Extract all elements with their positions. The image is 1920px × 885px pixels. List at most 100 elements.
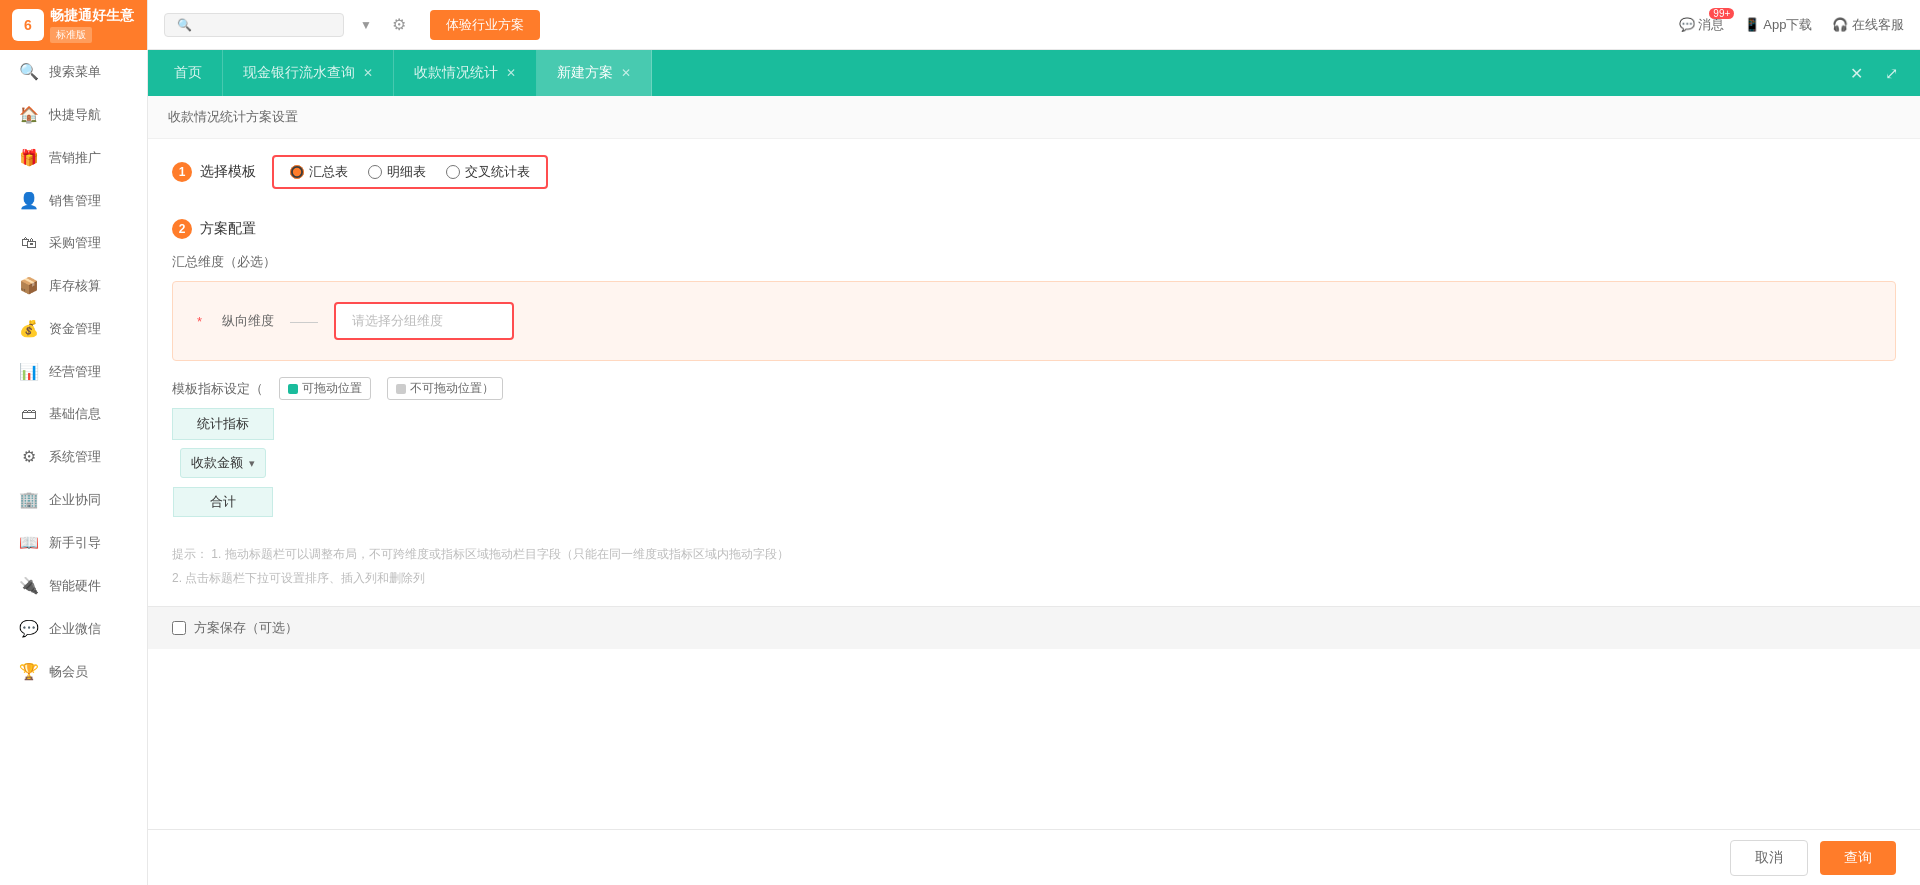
save-section: 方案保存（可选）: [148, 606, 1920, 649]
topbar-chevron-icon[interactable]: ▼: [360, 18, 372, 32]
sidebar-item-label: 企业微信: [49, 620, 101, 638]
industry-solution-button[interactable]: 体验行业方案: [430, 10, 540, 40]
tab-home[interactable]: 首页: [164, 50, 223, 96]
search-box[interactable]: 🔍: [164, 13, 344, 37]
home-icon: 🏠: [19, 105, 39, 124]
radio-summary-label: 汇总表: [309, 163, 348, 181]
sidebar-logo: 6 畅捷通好生意 标准版: [0, 0, 147, 50]
close-window-icon[interactable]: ✕: [1844, 64, 1869, 83]
sidebar-item-label: 搜索菜单: [49, 63, 101, 81]
indicators-header: 模板指标设定（ 可拖动位置 不可拖动位置）: [172, 377, 1896, 400]
logo-icon: 6: [12, 9, 44, 41]
chart-icon: 📊: [19, 362, 39, 381]
dimension-placeholder: 请选择分组维度: [352, 313, 443, 328]
step2-title: 2 方案配置: [172, 219, 1896, 239]
tips-section: 提示： 1. 拖动标题栏可以调整布局，不可跨维度或指标区域拖动栏目字段（只能在同…: [148, 534, 1920, 606]
sidebar-item-operation[interactable]: 📊 经营管理: [0, 350, 147, 393]
column-header: 统计指标: [172, 408, 274, 440]
sidebar-item-system[interactable]: ⚙ 系统管理: [0, 435, 147, 478]
sidebar-item-label: 企业协同: [49, 491, 101, 509]
step2-badge: 2: [172, 219, 192, 239]
radio-detail-label: 明细表: [387, 163, 426, 181]
settings-icon[interactable]: ⚙: [392, 15, 406, 34]
app-name: 畅捷通好生意: [50, 7, 134, 24]
shopping-icon: 🛍: [19, 234, 39, 252]
tab-bank-flow-close[interactable]: ✕: [363, 66, 373, 80]
subtotal-tag: 合计: [173, 487, 273, 517]
sidebar-item-label: 新手引导: [49, 534, 101, 552]
box-icon: 📦: [19, 276, 39, 295]
step1-title: 1 选择模板 汇总表 明细表 交叉统: [172, 155, 1896, 189]
bottom-bar: 取消 查询: [148, 829, 1920, 885]
tab-new-plan[interactable]: 新建方案 ✕: [537, 50, 652, 96]
sidebar-item-marketing[interactable]: 🎁 营销推广: [0, 136, 147, 179]
online-service[interactable]: 🎧 在线客服: [1832, 16, 1904, 34]
drag-badge: 可拖动位置: [279, 377, 371, 400]
sidebar-item-enterprise[interactable]: 🏢 企业协同: [0, 478, 147, 521]
save-checkbox[interactable]: [172, 621, 186, 635]
page-title: 收款情况统计方案设置: [168, 109, 298, 124]
radio-summary[interactable]: 汇总表: [290, 163, 348, 181]
sidebar-item-basic-info[interactable]: 🗃 基础信息: [0, 393, 147, 435]
amount-tag[interactable]: 收款金额 ▾: [180, 448, 266, 478]
radio-detail-input[interactable]: [368, 165, 382, 179]
query-button[interactable]: 查询: [1820, 841, 1896, 875]
sidebar-item-member[interactable]: 🏆 畅会员: [0, 650, 147, 693]
topbar: 🔍 ▼ ⚙ 体验行业方案 💬 消息 99+ 📱 App下载 🎧 在线客服: [148, 0, 1920, 50]
radio-detail[interactable]: 明细表: [368, 163, 426, 181]
tab-receipt-stats[interactable]: 收款情况统计 ✕: [394, 50, 537, 96]
radio-crosstab-input[interactable]: [446, 165, 460, 179]
sidebar-item-sales[interactable]: 👤 销售管理: [0, 179, 147, 222]
tab-new-plan-close[interactable]: ✕: [621, 66, 631, 80]
drag-label: 可拖动位置: [302, 380, 362, 397]
search-input[interactable]: [198, 18, 331, 32]
step2-label: 方案配置: [200, 220, 256, 238]
main-area: 🔍 ▼ ⚙ 体验行业方案 💬 消息 99+ 📱 App下载 🎧 在线客服 首页: [148, 0, 1920, 885]
sidebar-item-label: 基础信息: [49, 405, 101, 423]
money-icon: 💰: [19, 319, 39, 338]
cancel-button[interactable]: 取消: [1730, 840, 1808, 876]
chat-icon: 💬: [19, 619, 39, 638]
drag-dot: [288, 384, 298, 394]
building-icon: 🏢: [19, 490, 39, 509]
sidebar-item-label: 采购管理: [49, 234, 101, 252]
vertical-dimension-label: 纵向维度: [222, 312, 274, 330]
dimension-selector[interactable]: 请选择分组维度: [334, 302, 514, 340]
indicators-grid: 统计指标 收款金额 ▾ 合计: [172, 408, 1896, 518]
sidebar-item-hardware[interactable]: 🔌 智能硬件: [0, 564, 147, 607]
sidebar-item-search[interactable]: 🔍 搜索菜单: [0, 50, 147, 93]
sidebar-item-label: 畅会员: [49, 663, 88, 681]
arrow-icon: ——: [290, 313, 318, 329]
app-download[interactable]: 📱 App下载: [1744, 16, 1812, 34]
no-drag-dot: [396, 384, 406, 394]
step2-section: 2 方案配置 汇总维度（必选） * 纵向维度 —— 请选择分组维度 模板指标设定…: [148, 219, 1920, 534]
sidebar-item-label: 系统管理: [49, 448, 101, 466]
app-edition: 标准版: [50, 27, 92, 43]
nav-tab-actions: ✕ ⤢: [1844, 64, 1904, 83]
indicators-column: 统计指标 收款金额 ▾ 合计: [172, 408, 274, 518]
radio-crosstab[interactable]: 交叉统计表: [446, 163, 530, 181]
trophy-icon: 🏆: [19, 662, 39, 681]
sidebar-item-label: 库存核算: [49, 277, 101, 295]
sidebar-item-finance[interactable]: 💰 资金管理: [0, 307, 147, 350]
message-badge[interactable]: 💬 消息 99+: [1679, 16, 1725, 34]
step1-badge: 1: [172, 162, 192, 182]
user-icon: 👤: [19, 191, 39, 210]
sidebar-item-wechat[interactable]: 💬 企业微信: [0, 607, 147, 650]
sidebar-item-label: 资金管理: [49, 320, 101, 338]
page-header: 收款情况统计方案设置: [148, 96, 1920, 139]
sidebar-item-guide[interactable]: 📖 新手引导: [0, 521, 147, 564]
radio-summary-input[interactable]: [290, 165, 304, 179]
sidebar-item-label: 销售管理: [49, 192, 101, 210]
sidebar-item-inventory[interactable]: 📦 库存核算: [0, 264, 147, 307]
download-icon: 📱: [1744, 17, 1760, 32]
tab-receipt-stats-close[interactable]: ✕: [506, 66, 516, 80]
sidebar-item-purchase[interactable]: 🛍 采购管理: [0, 222, 147, 264]
search-icon: 🔍: [177, 18, 192, 32]
service-icon: 🎧: [1832, 17, 1848, 32]
save-label: 方案保存（可选）: [194, 619, 298, 637]
maximize-icon[interactable]: ⤢: [1879, 64, 1904, 83]
sidebar-item-label: 快捷导航: [49, 106, 101, 124]
tab-bank-flow[interactable]: 现金银行流水查询 ✕: [223, 50, 394, 96]
sidebar-item-nav[interactable]: 🏠 快捷导航: [0, 93, 147, 136]
